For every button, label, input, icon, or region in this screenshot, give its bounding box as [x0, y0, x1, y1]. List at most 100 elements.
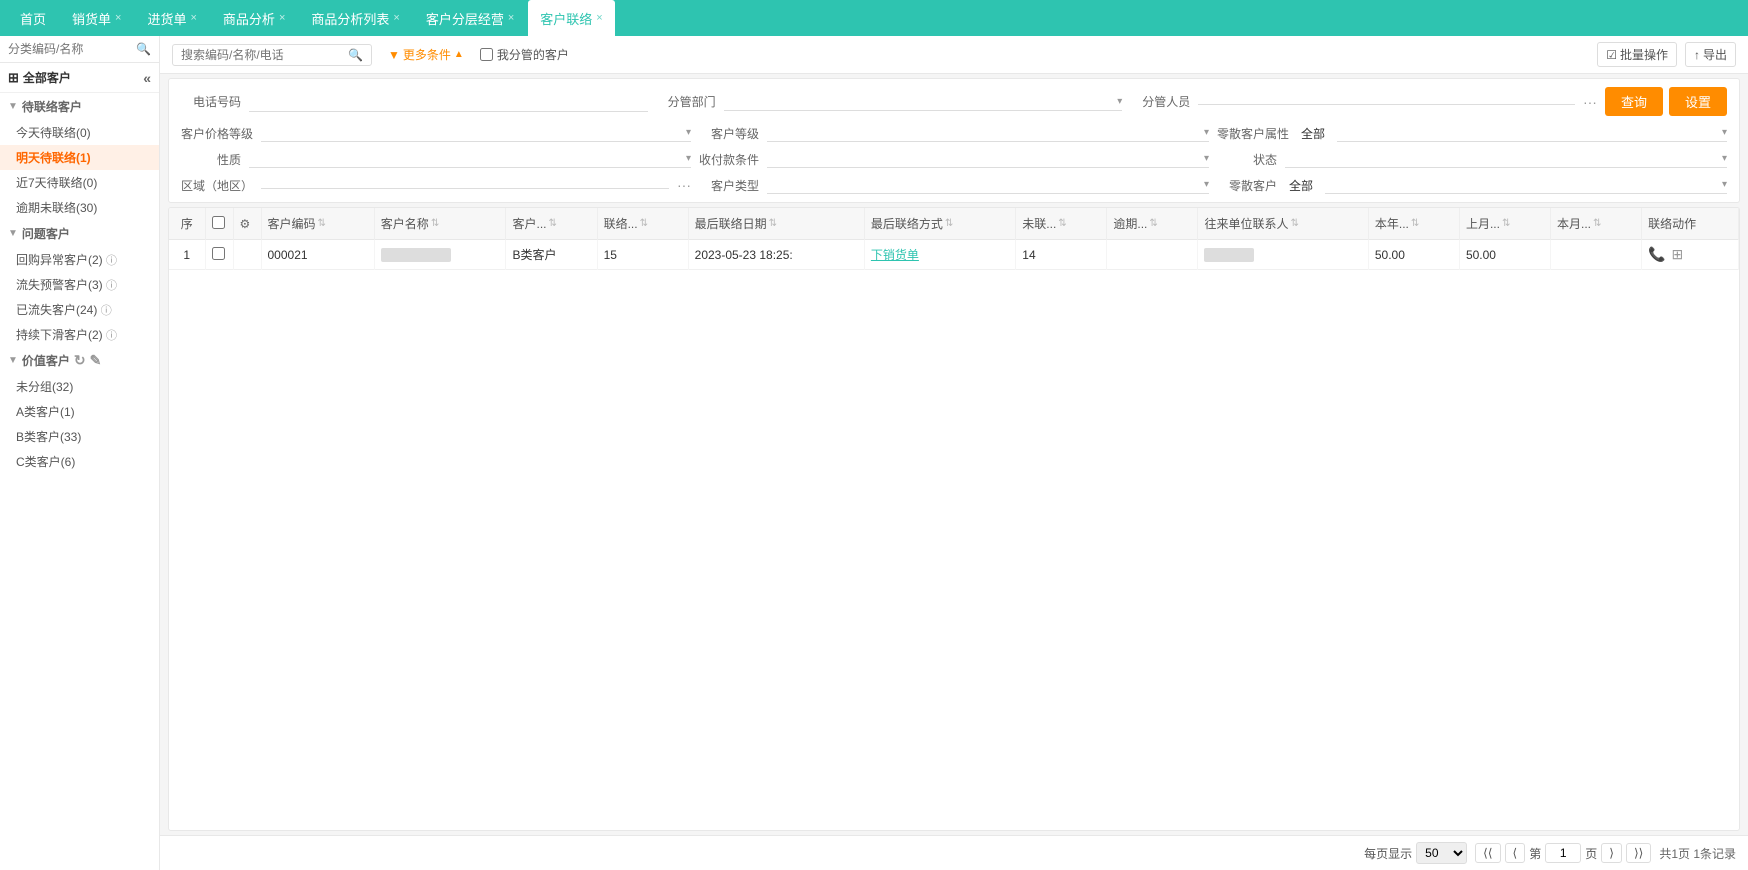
close-icon[interactable]: ×: [596, 12, 602, 24]
search-icon[interactable]: 🔍: [348, 48, 363, 62]
nav-home[interactable]: 首页: [8, 0, 58, 36]
filter-nature-select[interactable]: ▾: [249, 150, 691, 168]
sidebar-all-customers[interactable]: ⊞ 全部客户 «: [0, 63, 159, 93]
close-icon[interactable]: ×: [393, 12, 399, 24]
filter-payment-select[interactable]: ▾: [767, 150, 1209, 168]
filter-retail: 零散客户 全部 ▾: [1217, 176, 1727, 194]
cell-contact-person: [1198, 240, 1368, 270]
last-page-button[interactable]: ⟩⟩: [1626, 843, 1651, 863]
col-this-year-header[interactable]: 本年... ⇅: [1368, 208, 1459, 240]
cell-last-month: 50.00: [1459, 240, 1550, 270]
sidebar-item-lost[interactable]: 流失预警客户(3) ⓘ: [0, 272, 159, 297]
col-overdue-header[interactable]: 逾期... ⇅: [1107, 208, 1198, 240]
batch-ops-button[interactable]: ☑ 批量操作: [1597, 42, 1677, 67]
sidebar-item-b-class[interactable]: B类客户(33): [0, 424, 159, 449]
filter-region-dots[interactable]: ···: [677, 177, 691, 193]
filter-dept-select[interactable]: ▾: [724, 93, 1123, 111]
search-icon[interactable]: 🔍: [136, 42, 151, 56]
filter-level-select[interactable]: ▾: [767, 124, 1209, 142]
sort-icon: ⇅: [431, 218, 439, 229]
search-input[interactable]: [181, 48, 344, 62]
collapse-icon[interactable]: «: [143, 70, 151, 86]
filter-retail-attr-select[interactable]: ▾: [1337, 124, 1727, 142]
col-code-header[interactable]: 客户编码 ⇅: [261, 208, 374, 240]
sidebar-group-pending: 待联络客户: [0, 93, 159, 120]
refresh-icon[interactable]: ↻: [74, 352, 86, 369]
sidebar-item-lost2[interactable]: 已流失客户(24) ⓘ: [0, 297, 159, 322]
nav-analysis[interactable]: 商品分析 ×: [211, 0, 297, 36]
cell-last-method[interactable]: 下销货单: [864, 240, 1015, 270]
chevron-down-icon: ▾: [1204, 153, 1209, 164]
filter-cust-type-select[interactable]: ▾: [767, 176, 1209, 194]
filter-row-4: 区域（地区） ··· 客户类型 ▾ 零散客户 全部 ▾: [181, 176, 1727, 194]
nav-sales[interactable]: 销货单 ×: [60, 0, 133, 36]
retail-attr-prefix: 全部: [1301, 125, 1325, 142]
sidebar-item-ungrouped[interactable]: 未分组(32): [0, 374, 159, 399]
sidebar-item-today[interactable]: 今天待联络(0): [0, 120, 159, 145]
close-icon[interactable]: ×: [190, 12, 196, 24]
nav-purchase[interactable]: 进货单 ×: [135, 0, 208, 36]
per-page-select[interactable]: 50 100 200: [1416, 842, 1467, 864]
col-contact-header[interactable]: 联络... ⇅: [597, 208, 688, 240]
col-name-header[interactable]: 客户名称 ⇅: [374, 208, 506, 240]
edit-icon[interactable]: ✎: [90, 352, 102, 369]
cell-name: [374, 240, 506, 270]
col-last-date-header[interactable]: 最后联络日期 ⇅: [688, 208, 864, 240]
my-customers-checkbox-wrap[interactable]: 我分管的客户: [480, 46, 569, 63]
grid-icon[interactable]: ⊞: [1672, 246, 1684, 263]
select-all-checkbox[interactable]: [212, 216, 225, 229]
first-page-button[interactable]: ⟨⟨: [1475, 843, 1500, 863]
chevron-down-icon: ▾: [1722, 153, 1727, 164]
sidebar-item-c-class[interactable]: C类客户(6): [0, 449, 159, 474]
col-not-linked-header[interactable]: 未联... ⇅: [1016, 208, 1107, 240]
col-settings-header[interactable]: ⚙: [233, 208, 261, 240]
page-input[interactable]: [1545, 843, 1581, 863]
chevron-down-icon: ▾: [686, 127, 691, 138]
sidebar-item-tomorrow[interactable]: 明天待联络(1): [0, 145, 159, 170]
sort-icon: ⇅: [318, 218, 326, 229]
sidebar-item-repurchase[interactable]: 回购异常客户(2) ⓘ: [0, 247, 159, 272]
col-last-method-header[interactable]: 最后联络方式 ⇅: [864, 208, 1015, 240]
sidebar-item-overdue[interactable]: 逾期未联络(30): [0, 195, 159, 220]
row-checkbox[interactable]: [212, 247, 225, 260]
filter-retail-select[interactable]: ▾: [1325, 176, 1727, 194]
my-customers-checkbox[interactable]: [480, 48, 493, 61]
cell-last-date: 2023-05-23 18:25:: [688, 240, 864, 270]
col-last-month-header[interactable]: 上月... ⇅: [1459, 208, 1550, 240]
sidebar-item-declining[interactable]: 持续下滑客户(2) ⓘ: [0, 322, 159, 347]
sidebar-item-week[interactable]: 近7天待联络(0): [0, 170, 159, 195]
col-this-month-header[interactable]: 本月... ⇅: [1551, 208, 1642, 240]
nav-analysis-list[interactable]: 商品分析列表 ×: [299, 0, 411, 36]
query-button[interactable]: 查询: [1605, 87, 1663, 116]
filter-price-level: 客户价格等级 ▾: [181, 124, 691, 142]
next-page-button[interactable]: ⟩: [1601, 843, 1622, 863]
nav-customer-contact[interactable]: 客户联络 ×: [528, 0, 614, 36]
filter-phone-input[interactable]: [249, 91, 648, 112]
cell-no: 1: [169, 240, 205, 270]
phone-icon[interactable]: 📞: [1648, 246, 1665, 263]
sidebar-group-value: ▼ 价值客户 ↻ ✎: [0, 347, 159, 374]
data-table: 序 ⚙ 客户编码 ⇅: [169, 208, 1739, 270]
nav-customer-segment[interactable]: 客户分层经营 ×: [414, 0, 526, 36]
col-checkbox-header[interactable]: [205, 208, 233, 240]
close-icon[interactable]: ×: [508, 12, 514, 24]
col-contact-person-header[interactable]: 往来单位联系人 ⇅: [1198, 208, 1368, 240]
sort-icon: ⇅: [1058, 218, 1066, 229]
col-type-header[interactable]: 客户... ⇅: [506, 208, 597, 240]
filter-dept: 分管部门 ▾: [656, 93, 1123, 111]
total-info: 共1页 1条记录: [1659, 845, 1736, 862]
close-icon[interactable]: ×: [279, 12, 285, 24]
settings-icon[interactable]: ⚙: [240, 217, 251, 231]
cell-checkbox[interactable]: [205, 240, 233, 270]
filter-price-level-select[interactable]: ▾: [261, 124, 691, 142]
export-button[interactable]: ↑ 导出: [1685, 42, 1736, 67]
sidebar-search-input[interactable]: [8, 42, 132, 56]
prev-page-button[interactable]: ⟨: [1505, 843, 1526, 863]
sidebar-item-a-class[interactable]: A类客户(1): [0, 399, 159, 424]
set-button[interactable]: 设置: [1669, 87, 1727, 116]
chevron-down-icon: ▾: [1117, 96, 1122, 107]
close-icon[interactable]: ×: [115, 12, 121, 24]
filter-person-dots[interactable]: ···: [1583, 94, 1597, 110]
more-conditions-button[interactable]: ▼ 更多条件 ▲: [380, 42, 472, 67]
filter-status-select[interactable]: ▾: [1285, 150, 1727, 168]
